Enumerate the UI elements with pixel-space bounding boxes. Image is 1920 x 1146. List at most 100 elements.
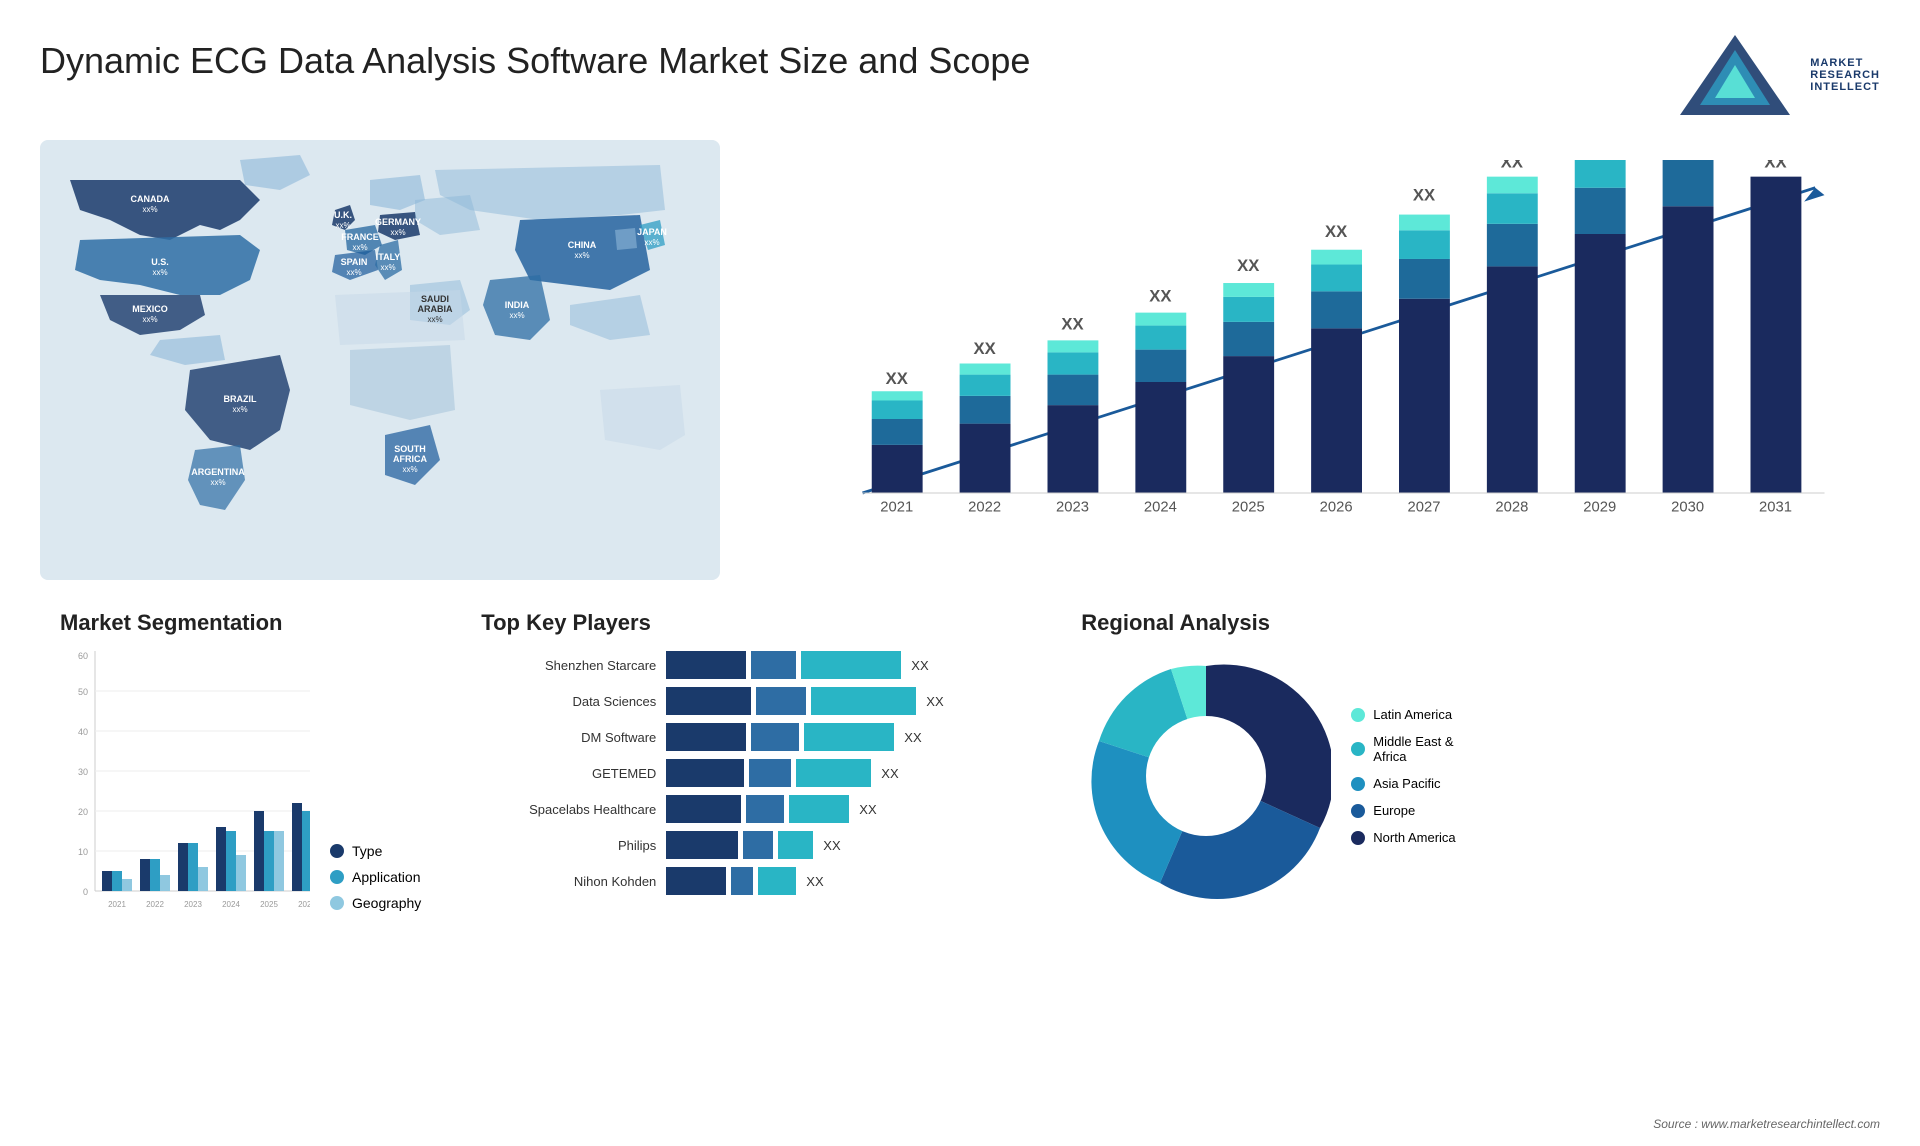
svg-text:XX: XX <box>1061 314 1083 333</box>
svg-text:CHINA: CHINA <box>568 240 597 250</box>
svg-text:60: 60 <box>78 651 88 661</box>
svg-text:XX: XX <box>1149 287 1171 306</box>
bar-dark <box>666 651 746 679</box>
legend-dot-geo <box>330 896 344 910</box>
svg-text:xx%: xx% <box>390 228 405 237</box>
svg-text:0: 0 <box>83 887 88 897</box>
player-name: Shenzhen Starcare <box>481 658 656 673</box>
dot-middle-east <box>1351 742 1365 756</box>
player-row: DM Software XX <box>481 723 1021 751</box>
player-bars: XX <box>666 651 1021 679</box>
svg-text:ITALY: ITALY <box>376 252 401 262</box>
player-row: GETEMED XX <box>481 759 1021 787</box>
svg-text:JAPAN: JAPAN <box>637 227 667 237</box>
svg-text:xx%: xx% <box>574 251 589 260</box>
top-section: CANADA xx% U.S. xx% MEXICO xx% BRAZIL xx… <box>40 140 1880 580</box>
svg-text:ARABIA: ARABIA <box>418 304 453 314</box>
bar-light <box>801 651 901 679</box>
dot-europe <box>1351 804 1365 818</box>
svg-text:2021: 2021 <box>880 499 913 515</box>
dot-asia-pacific <box>1351 777 1365 791</box>
player-bars: XX <box>666 867 1021 895</box>
segmentation-section: Market Segmentation 0 10 20 30 40 5 <box>40 600 441 980</box>
svg-text:SPAIN: SPAIN <box>341 257 368 267</box>
player-name: Philips <box>481 838 656 853</box>
svg-text:XX: XX <box>973 339 995 358</box>
svg-text:2030: 2030 <box>1671 499 1704 515</box>
player-row: Nihon Kohden XX <box>481 867 1021 895</box>
svg-text:XX: XX <box>1764 160 1786 171</box>
bar-mid <box>751 723 799 751</box>
regional-inner: Latin America Middle East &Africa Asia P… <box>1081 651 1860 901</box>
legend-application: Application <box>330 869 421 885</box>
svg-text:XX: XX <box>886 369 908 388</box>
svg-text:2023: 2023 <box>1056 499 1089 515</box>
svg-text:2025: 2025 <box>1232 499 1265 515</box>
svg-text:30: 30 <box>78 767 88 777</box>
svg-text:xx%: xx% <box>142 315 157 324</box>
svg-text:2031: 2031 <box>1759 499 1792 515</box>
seg-chart-svg: 0 10 20 30 40 50 60 <box>60 651 310 931</box>
svg-text:CANADA: CANADA <box>131 194 170 204</box>
world-map: CANADA xx% U.S. xx% MEXICO xx% BRAZIL xx… <box>40 140 720 580</box>
bar-mid <box>731 867 753 895</box>
bar-light <box>789 795 849 823</box>
svg-text:2025: 2025 <box>260 900 278 909</box>
seg-chart-area: 0 10 20 30 40 50 60 <box>60 651 421 931</box>
logo: MARKET RESEARCH INTELLECT <box>1670 30 1880 120</box>
svg-text:BRAZIL: BRAZIL <box>224 394 257 404</box>
svg-text:XX: XX <box>1413 186 1435 205</box>
svg-text:xx%: xx% <box>346 268 361 277</box>
player-value: XX <box>859 802 876 817</box>
svg-text:2027: 2027 <box>1408 499 1441 515</box>
player-value: XX <box>926 694 943 709</box>
svg-text:2029: 2029 <box>1583 499 1616 515</box>
player-name: DM Software <box>481 730 656 745</box>
svg-text:2022: 2022 <box>146 900 164 909</box>
header: Dynamic ECG Data Analysis Software Marke… <box>40 30 1880 120</box>
players-title: Top Key Players <box>481 610 1021 636</box>
player-row: Shenzhen Starcare XX <box>481 651 1021 679</box>
svg-text:INDIA: INDIA <box>505 300 530 310</box>
player-value: XX <box>806 874 823 889</box>
player-row: Data Sciences XX <box>481 687 1021 715</box>
svg-text:XX: XX <box>1325 222 1347 241</box>
svg-text:2024: 2024 <box>1144 499 1177 515</box>
bar-light <box>804 723 894 751</box>
legend-type: Type <box>330 843 421 859</box>
regional-title: Regional Analysis <box>1081 610 1860 636</box>
svg-text:SOUTH: SOUTH <box>394 444 426 454</box>
bar-dark <box>666 867 726 895</box>
seg-chart: 0 10 20 30 40 50 60 <box>60 651 310 931</box>
bar-light <box>778 831 813 859</box>
svg-text:40: 40 <box>78 727 88 737</box>
svg-text:2022: 2022 <box>968 499 1001 515</box>
svg-text:xx%: xx% <box>210 478 225 487</box>
bar-dark <box>666 831 738 859</box>
player-name: Data Sciences <box>481 694 656 709</box>
players-section: Top Key Players Shenzhen Starcare XX Dat… <box>461 600 1041 980</box>
regional-section: Regional Analysis <box>1061 600 1880 980</box>
bar-chart-svg: XX 2021 XX 2022 XX 2023 <box>800 160 1850 530</box>
regional-legend: Latin America Middle East &Africa Asia P… <box>1351 707 1455 845</box>
svg-text:xx%: xx% <box>152 268 167 277</box>
svg-text:xx%: xx% <box>509 311 524 320</box>
page-title: Dynamic ECG Data Analysis Software Marke… <box>40 40 1030 82</box>
bar-mid <box>746 795 784 823</box>
player-row: Philips XX <box>481 831 1021 859</box>
donut-chart <box>1081 651 1331 901</box>
dot-latin-america <box>1351 708 1365 722</box>
svg-text:GERMANY: GERMANY <box>375 217 421 227</box>
bar-dark <box>666 759 744 787</box>
logo-icon <box>1670 30 1800 120</box>
segmentation-title: Market Segmentation <box>60 610 421 636</box>
donut-svg <box>1081 651 1331 901</box>
svg-text:FRANCE: FRANCE <box>341 232 379 242</box>
svg-text:2026: 2026 <box>298 900 310 909</box>
svg-text:MEXICO: MEXICO <box>132 304 168 314</box>
player-value: XX <box>904 730 921 745</box>
logo-text: MARKET RESEARCH INTELLECT <box>1810 57 1880 93</box>
player-row: Spacelabs Healthcare XX <box>481 795 1021 823</box>
player-value: XX <box>823 838 840 853</box>
svg-text:10: 10 <box>78 847 88 857</box>
